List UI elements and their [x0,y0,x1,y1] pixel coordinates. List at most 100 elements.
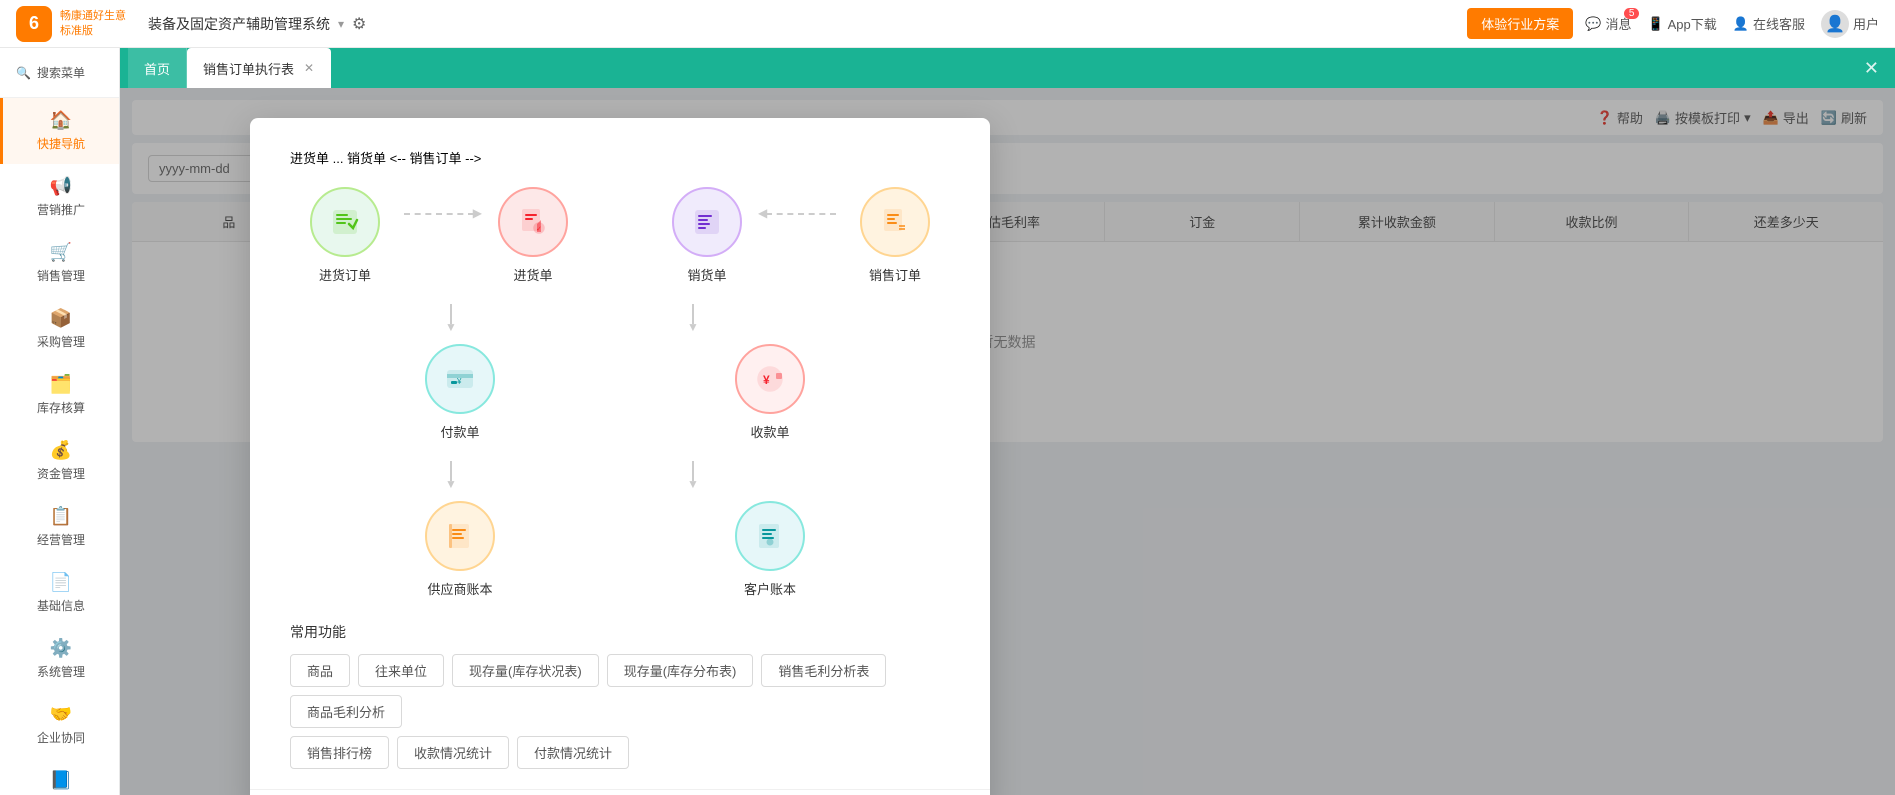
home-icon: 🏠 [50,110,72,131]
btn-product[interactable]: 商品 [290,654,350,687]
svg-text:✓: ✓ [536,226,542,233]
flow-item-payment[interactable]: ¥ 付款单 [405,344,515,441]
app-download-button[interactable]: 📱 App下载 [1647,14,1716,33]
book-icon: 📘 [50,770,72,791]
btn-product-margin[interactable]: 商品毛利分析 [290,695,402,728]
sidebar-label: 营销推广 [37,201,85,218]
modal-content: 进货单 ... 销货单 <-- 销售订单 --> [250,118,990,789]
btn-sales-ranking[interactable]: 销售排行榜 [290,736,389,769]
page-content: ❓ 帮助 🖨️ 按模板打印 ▾ 📤 导出 🔄 刷新 [120,88,1895,795]
common-section: 常用功能 商品 往来单位 现存量(库存状况表) 现存量(库存分布表) 销售毛利分… [290,622,950,769]
message-badge: 5 [1624,8,1640,19]
sidebar-label: 基础信息 [37,597,85,614]
sidebar-label: 快捷导航 [37,135,85,152]
sidebar-label: 系统管理 [37,663,85,680]
megaphone-icon: 📢 [50,176,72,197]
sidebar-item-newbie[interactable]: 📘 新手引导 [0,758,119,795]
flow-row-2: ¥ 付款单 [290,344,950,441]
btn-payment-stats[interactable]: 付款情况统计 [517,736,629,769]
flow-arrows-down-row: ▼ ▼ [290,304,950,324]
system-title-area: 装备及固定资产辅助管理系统 ▾ ⚙ [148,14,1455,34]
flow-item-sales-order[interactable]: 销售订单 [840,187,950,284]
flow-row-1: 进货订单 ▶ [290,187,950,284]
customer-ledger-circle [735,501,805,571]
purchase-order-circle [310,187,380,257]
inventory-icon: 🗂️ [50,374,72,395]
btn-stock-status[interactable]: 现存量(库存状况表) [452,654,599,687]
logo-area: 6 畅康通好生意 标准版 [16,6,136,42]
trial-button[interactable]: 体验行业方案 [1467,8,1573,39]
top-right-area: 💬 消息 5 📱 App下载 👤 在线客服 👤 用户 [1585,10,1879,38]
report-icon: 📋 [50,506,72,527]
scrollbar-area: ◀ ▶ [250,789,990,795]
common-buttons-row2: 销售排行榜 收款情况统计 付款情况统计 [290,736,950,769]
cart-icon: 🛒 [50,242,72,263]
search-icon: 🔍 [16,66,31,80]
box-icon: 📦 [50,308,72,329]
sidebar-label: 采购管理 [37,333,85,350]
sidebar-item-marketing[interactable]: 📢 营销推广 [0,164,119,230]
flow-row-3: 供应商账本 [290,501,950,598]
flow-item-customer-ledger[interactable]: 客户账本 [715,501,825,598]
arrow-down-receipt: ▼ [692,461,694,481]
supplier-ledger-circle [425,501,495,571]
modal-overlay[interactable]: 进货单 ... 销货单 <-- 销售订单 --> [120,88,1895,795]
money-icon: 💰 [50,440,72,461]
gear-icon[interactable]: ⚙ [352,14,366,34]
common-section-title: 常用功能 [290,622,950,642]
sidebar-label: 资金管理 [37,465,85,482]
sidebar-item-finance[interactable]: 💰 资金管理 [0,428,119,494]
message-button[interactable]: 💬 消息 5 [1585,14,1631,33]
flow-arrows-down-row2: ▼ ▼ [290,461,950,481]
payment-circle: ¥ [425,344,495,414]
flow-item-purchase-bill[interactable]: ✓ 进货单 [478,187,588,284]
btn-receipt-stats[interactable]: 收款情况统计 [397,736,509,769]
sidebar-item-sales[interactable]: 🛒 销售管理 [0,230,119,296]
sidebar: 🔍 搜索菜单 🏠 快捷导航 📢 营销推广 🛒 销售管理 📦 [0,48,120,795]
svg-text:¥: ¥ [763,373,770,387]
system-dropdown-icon[interactable]: ▾ [338,17,344,31]
sidebar-item-system[interactable]: ⚙️ 系统管理 [0,626,119,692]
arrow-down-purchase: ▼ [450,304,452,324]
sales-order-circle [860,187,930,257]
purchase-bill-circle: ✓ [498,187,568,257]
btn-contact[interactable]: 往来单位 [358,654,444,687]
main-layout: 🔍 搜索菜单 🏠 快捷导航 📢 营销推广 🛒 销售管理 📦 [0,48,1895,795]
sidebar-item-basic-info[interactable]: 📄 基础信息 [0,560,119,626]
logo-icon: 6 [16,6,52,42]
doc-icon: 📄 [50,572,72,593]
receipt-circle: ¥ [735,344,805,414]
tab-home[interactable]: 首页 [128,48,187,88]
download-icon: 📱 [1647,16,1663,32]
sidebar-item-purchase[interactable]: 📦 采购管理 [0,296,119,362]
tab-close-icon[interactable]: ✕ [304,61,314,75]
sidebar-label: 企业协同 [37,729,85,746]
settings-icon: ⚙️ [50,638,72,659]
user-menu[interactable]: 👤 用户 [1821,10,1879,38]
sidebar-item-inventory[interactable]: 🗂️ 库存核算 [0,362,119,428]
sidebar-item-operation[interactable]: 📋 经营管理 [0,494,119,560]
svg-text:¥: ¥ [456,377,462,386]
close-all-tabs-button[interactable]: ✕ [1856,54,1887,83]
arrow-down-sales: ▼ [692,304,694,324]
flow-item-purchase-order[interactable]: 进货订单 [290,187,400,284]
arrow-purchase-order-to-bill: ▶ [404,213,474,259]
search-menu-button[interactable]: 🔍 搜索菜单 [8,58,111,87]
flow-section: 进货单 ... 销货单 <-- 销售订单 --> [290,148,950,598]
sidebar-item-quick-nav[interactable]: 🏠 快捷导航 [0,98,119,164]
system-title: 装备及固定资产辅助管理系统 [148,14,330,34]
flow-item-receipt[interactable]: ¥ 收款单 [715,344,825,441]
btn-sales-margin-analysis[interactable]: 销售毛利分析表 [761,654,886,687]
sidebar-label: 经营管理 [37,531,85,548]
message-icon: 💬 [1585,16,1601,32]
online-service-button[interactable]: 👤 在线客服 [1733,14,1805,33]
sidebar-nav: 🏠 快捷导航 📢 营销推广 🛒 销售管理 📦 采购管理 🗂️ 库存 [0,98,119,795]
btn-stock-dist[interactable]: 现存量(库存分布表) [607,654,754,687]
tab-bar: 首页 销售订单执行表 ✕ ✕ [120,48,1895,88]
sidebar-item-enterprise[interactable]: 🤝 企业协同 [0,692,119,758]
service-icon: 👤 [1733,16,1749,32]
tab-sales-order[interactable]: 销售订单执行表 ✕ [187,48,331,88]
flow-item-sales-bill[interactable]: 销货单 [652,187,762,284]
app-container: 6 畅康通好生意 标准版 装备及固定资产辅助管理系统 ▾ ⚙ 体验行业方案 💬 … [0,0,1895,795]
flow-item-supplier-ledger[interactable]: 供应商账本 [405,501,515,598]
